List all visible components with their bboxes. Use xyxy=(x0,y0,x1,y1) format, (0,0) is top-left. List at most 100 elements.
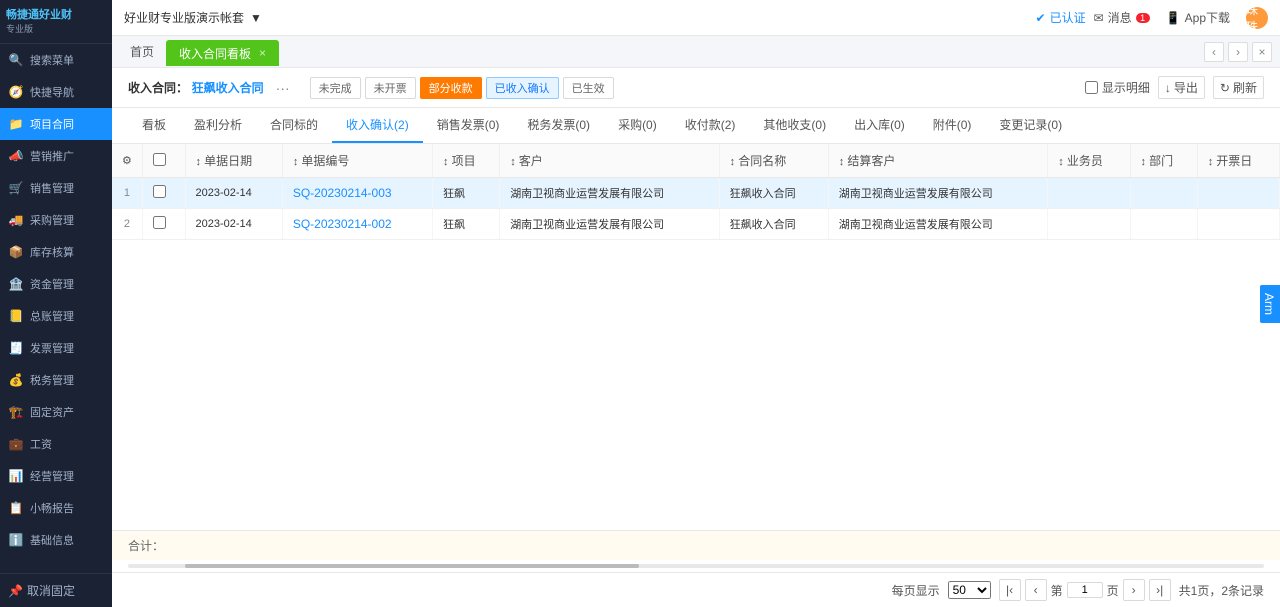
status-confirmed[interactable]: 已收入确认 xyxy=(486,77,559,99)
row-project: 狂飙 xyxy=(433,178,500,209)
select-all-checkbox[interactable] xyxy=(153,153,166,166)
bank-icon: 🏦 xyxy=(8,276,24,292)
tab-purchase[interactable]: 采购(0) xyxy=(604,108,671,143)
sidebar-item-sales[interactable]: 🛒 销售管理 xyxy=(0,172,112,204)
sidebar-item-inventory[interactable]: 📦 库存核算 xyxy=(0,236,112,268)
first-page-button[interactable]: |‹ xyxy=(999,579,1021,601)
close-tab-button[interactable]: × xyxy=(1252,42,1272,62)
sidebar-item-tax[interactable]: 💰 税务管理 xyxy=(0,364,112,396)
tab-other[interactable]: 其他收支(0) xyxy=(749,108,840,143)
customer-column-header[interactable]: ↕ 客户 xyxy=(500,144,719,178)
sidebar-item-project[interactable]: 📁 项目合同 xyxy=(0,108,112,140)
tab-attachment[interactable]: 附件(0) xyxy=(919,108,986,143)
settings-column-header[interactable]: ⚙ xyxy=(112,144,142,178)
sidebar-item-ledger[interactable]: 📒 总账管理 xyxy=(0,300,112,332)
row-number: SQ-20230214-002 xyxy=(282,209,432,240)
sidebar-item-label: 税务管理 xyxy=(30,372,74,388)
row-checkbox[interactable] xyxy=(142,178,185,209)
show-detail-checkbox[interactable]: 显示明细 xyxy=(1085,79,1150,96)
sidebar-item-label: 销售管理 xyxy=(30,180,74,196)
status-incomplete[interactable]: 未完成 xyxy=(310,77,361,99)
sidebar-item-quicknav[interactable]: 🧭 快捷导航 xyxy=(0,76,112,108)
page-navigation: |‹ ‹ 第 页 › ›| xyxy=(999,579,1171,601)
table-row[interactable]: 1 2023-02-14 SQ-20230214-003 狂飙 湖南卫视商业运营… xyxy=(112,178,1280,209)
tab-payment[interactable]: 收付款(2) xyxy=(671,108,750,143)
status-partial-received[interactable]: 部分收款 xyxy=(420,77,482,99)
sidebar-item-label: 采购管理 xyxy=(30,212,74,228)
sidebar-item-marketing[interactable]: 📣 营销推广 xyxy=(0,140,112,172)
col-contract-label: 合同名称 xyxy=(738,154,786,168)
sidebar-item-label: 快捷导航 xyxy=(30,84,74,100)
row-checkbox[interactable] xyxy=(142,209,185,240)
row-date: 2023-02-14 xyxy=(185,209,282,240)
pin-button[interactable]: 📌 取消固定 xyxy=(0,573,112,607)
message-button[interactable]: ✉ 消息 1 xyxy=(1094,9,1150,26)
tab-tax-invoice[interactable]: 税务发票(0) xyxy=(513,108,604,143)
float-btn-label[interactable]: Arm xyxy=(1260,285,1280,323)
sidebar-item-asset[interactable]: 🏗️ 固定资产 xyxy=(0,396,112,428)
more-options-button[interactable]: ··· xyxy=(276,80,290,96)
company-selector[interactable]: 好业财专业版演示帐套 ▼ xyxy=(124,9,1028,26)
sidebar-item-purchase[interactable]: 🚚 采购管理 xyxy=(0,204,112,236)
sidebar-item-search[interactable]: 🔍 搜索菜单 xyxy=(0,44,112,76)
app-name: 畅捷通好业财 xyxy=(6,8,72,22)
tab-changes[interactable]: 变更记录(0) xyxy=(985,108,1076,143)
close-tab-icon[interactable]: × xyxy=(259,46,266,60)
tab-income-confirm[interactable]: 收入确认(2) xyxy=(332,108,423,143)
project-column-header[interactable]: ↕ 项目 xyxy=(433,144,500,178)
sidebar-bottom: 📌 取消固定 xyxy=(0,573,112,607)
number-link[interactable]: SQ-20230214-003 xyxy=(293,186,392,200)
tab-kanban[interactable]: 看板 xyxy=(128,108,180,143)
tab-warehouse[interactable]: 出入库(0) xyxy=(840,108,919,143)
table-row[interactable]: 2 2023-02-14 SQ-20230214-002 狂飙 湖南卫视商业运营… xyxy=(112,209,1280,240)
tab-contract-items[interactable]: 合同标的 xyxy=(256,108,332,143)
prev-tab-button[interactable]: ‹ xyxy=(1204,42,1224,62)
sidebar-item-finance[interactable]: 🏦 资金管理 xyxy=(0,268,112,300)
next-tab-button[interactable]: › xyxy=(1228,42,1248,62)
col-project-label: 项目 xyxy=(452,154,476,168)
scrollbar-thumb[interactable] xyxy=(185,564,639,568)
department-column-header[interactable]: ↕ 部门 xyxy=(1130,144,1197,178)
per-page-select[interactable]: 20 50 100 xyxy=(948,581,991,599)
number-link[interactable]: SQ-20230214-002 xyxy=(293,217,392,231)
row-num: 2 xyxy=(112,209,142,240)
avatar[interactable]: 珠珠 xyxy=(1246,7,1268,29)
home-tab[interactable]: 首页 xyxy=(120,39,164,64)
billing-customer-column-header[interactable]: ↕ 结算客户 xyxy=(828,144,1047,178)
refresh-button[interactable]: ↻ 刷新 xyxy=(1213,76,1264,99)
contract-column-header[interactable]: ↕ 合同名称 xyxy=(719,144,828,178)
number-column-header[interactable]: ↕ 单据编号 xyxy=(282,144,432,178)
sidebar-item-management[interactable]: 📊 经营管理 xyxy=(0,460,112,492)
scrollbar-track xyxy=(128,564,1264,568)
tab-label: 收入合同看板 xyxy=(179,45,251,62)
date-column-header[interactable]: ↕ 单据日期 xyxy=(185,144,282,178)
open-date-column-header[interactable]: ↕ 开票日 xyxy=(1197,144,1279,178)
status-effective[interactable]: 已生效 xyxy=(563,77,614,99)
sidebar-item-salary[interactable]: 💼 工资 xyxy=(0,428,112,460)
status-buttons: 未完成 未开票 部分收款 已收入确认 已生效 xyxy=(310,77,614,99)
prev-page-button[interactable]: ‹ xyxy=(1025,579,1047,601)
next-page-button[interactable]: › xyxy=(1123,579,1145,601)
tab-profit[interactable]: 盈利分析 xyxy=(180,108,256,143)
app-download-button[interactable]: 📱 App下载 xyxy=(1166,9,1230,26)
export-button[interactable]: ↓ 导出 xyxy=(1158,76,1205,99)
status-uninvoiced[interactable]: 未开票 xyxy=(365,77,416,99)
tab-sales-invoice[interactable]: 销售发票(0) xyxy=(423,108,514,143)
sidebar-item-invoice[interactable]: 🧾 发票管理 xyxy=(0,332,112,364)
sidebar-item-basic-info[interactable]: ℹ️ 基础信息 xyxy=(0,524,112,556)
salesperson-column-header[interactable]: ↕ 业务员 xyxy=(1048,144,1130,178)
scrollbar-container[interactable] xyxy=(112,560,1280,572)
page-input[interactable] xyxy=(1067,582,1103,598)
right-float-button[interactable]: Arm xyxy=(1260,285,1280,323)
last-page-button[interactable]: ›| xyxy=(1149,579,1171,601)
contract-board-tab[interactable]: 收入合同看板 × xyxy=(166,40,279,66)
message-icon: ✉ xyxy=(1094,11,1104,25)
sidebar-item-label: 经营管理 xyxy=(30,468,74,484)
folder-icon: 📁 xyxy=(8,116,24,132)
content-actions: 显示明细 ↓ 导出 ↻ 刷新 xyxy=(1085,76,1264,99)
sidebar-item-report[interactable]: 📋 小畅报告 xyxy=(0,492,112,524)
topbar: 好业财专业版演示帐套 ▼ ✔ 已认证 ✉ 消息 1 📱 App下载 珠珠 xyxy=(112,0,1280,36)
show-detail-input[interactable] xyxy=(1085,81,1098,94)
checkbox-column-header[interactable] xyxy=(142,144,185,178)
page-label2: 页 xyxy=(1107,582,1119,599)
